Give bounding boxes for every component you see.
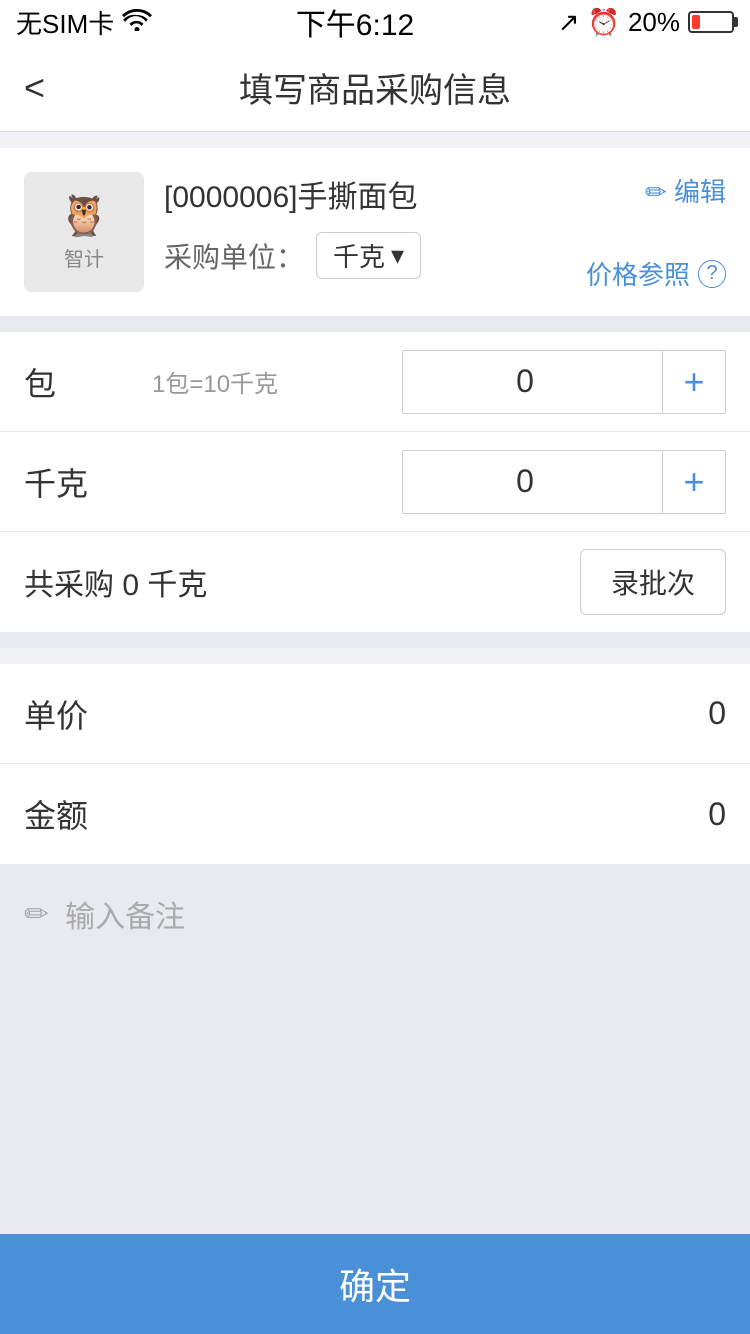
location-icon: ↗ <box>558 7 580 38</box>
price-section: 单价 0 金额 0 <box>0 664 750 864</box>
bag-input-wrap: + <box>278 350 726 414</box>
total-row: 共采购 0 千克 录批次 <box>0 532 750 632</box>
amount-label: 金额 <box>24 791 88 837</box>
status-right: ↗ ⏰ 20% <box>558 7 734 38</box>
kg-input[interactable] <box>402 450 662 514</box>
unit-price-row: 单价 0 <box>0 664 750 764</box>
kg-input-row: 千克 + <box>0 432 750 532</box>
battery-icon <box>688 11 734 33</box>
page-title: 填写商品采购信息 <box>239 63 511 112</box>
wifi-icon <box>122 7 152 38</box>
section-divider-1 <box>0 316 750 332</box>
kg-plus-button[interactable]: + <box>662 450 726 514</box>
amount-row: 金额 0 <box>0 764 750 864</box>
product-image-label: 智计 <box>64 243 104 272</box>
status-left: 无SIM卡 <box>16 4 152 41</box>
amount-value: 0 <box>708 796 726 833</box>
batch-button[interactable]: 录批次 <box>580 549 726 615</box>
carrier-text: 无SIM卡 <box>16 4 114 41</box>
product-owl-icon: 🦉 <box>59 192 109 239</box>
unit-price-value: 0 <box>708 695 726 732</box>
product-name: [0000006]手撕面包 <box>164 172 726 216</box>
price-ref-help-icon: ? <box>698 260 726 288</box>
unit-price-label: 单价 <box>24 691 88 737</box>
note-placeholder-text: 输入备注 <box>65 892 185 936</box>
section-divider-2 <box>0 632 750 648</box>
product-image: 🦉 智计 <box>24 172 144 292</box>
dropdown-arrow-icon: ▾ <box>391 240 404 271</box>
confirm-button[interactable]: 确定 <box>0 1234 750 1334</box>
bag-label: 包 <box>24 359 144 405</box>
bag-sublabel: 1包=10千克 <box>152 364 278 399</box>
nav-bar: < 填写商品采购信息 <box>0 44 750 132</box>
unit-value: 千克 <box>333 237 385 274</box>
kg-input-wrap: + <box>144 450 726 514</box>
status-bar: 无SIM卡 下午6:12 ↗ ⏰ 20% <box>0 0 750 44</box>
unit-select[interactable]: 千克 ▾ <box>316 232 421 279</box>
alarm-icon: ⏰ <box>588 7 620 38</box>
bag-input[interactable] <box>402 350 662 414</box>
product-card: 🦉 智计 [0000006]手撕面包 采购单位： 千克 ▾ ✏ 编辑 价格参照 … <box>0 148 750 316</box>
note-pencil-icon: ✏ <box>24 897 49 932</box>
battery-text: 20% <box>628 7 680 38</box>
kg-label: 千克 <box>24 459 144 505</box>
input-section: 包 1包=10千克 + 千克 + <box>0 332 750 532</box>
price-ref-label: 价格参照 <box>586 255 690 292</box>
edit-button[interactable]: ✏ 编辑 <box>645 172 726 209</box>
bag-plus-button[interactable]: + <box>662 350 726 414</box>
price-ref-button[interactable]: 价格参照 ? <box>586 255 726 292</box>
bag-input-row: 包 1包=10千克 + <box>0 332 750 432</box>
status-time: 下午6:12 <box>296 0 414 44</box>
total-text: 共采购 0 千克 <box>24 560 207 604</box>
bottom-spacer <box>0 964 750 1274</box>
unit-label: 采购单位： <box>164 236 304 276</box>
note-section[interactable]: ✏ 输入备注 <box>0 864 750 964</box>
back-button[interactable]: < <box>24 67 45 109</box>
